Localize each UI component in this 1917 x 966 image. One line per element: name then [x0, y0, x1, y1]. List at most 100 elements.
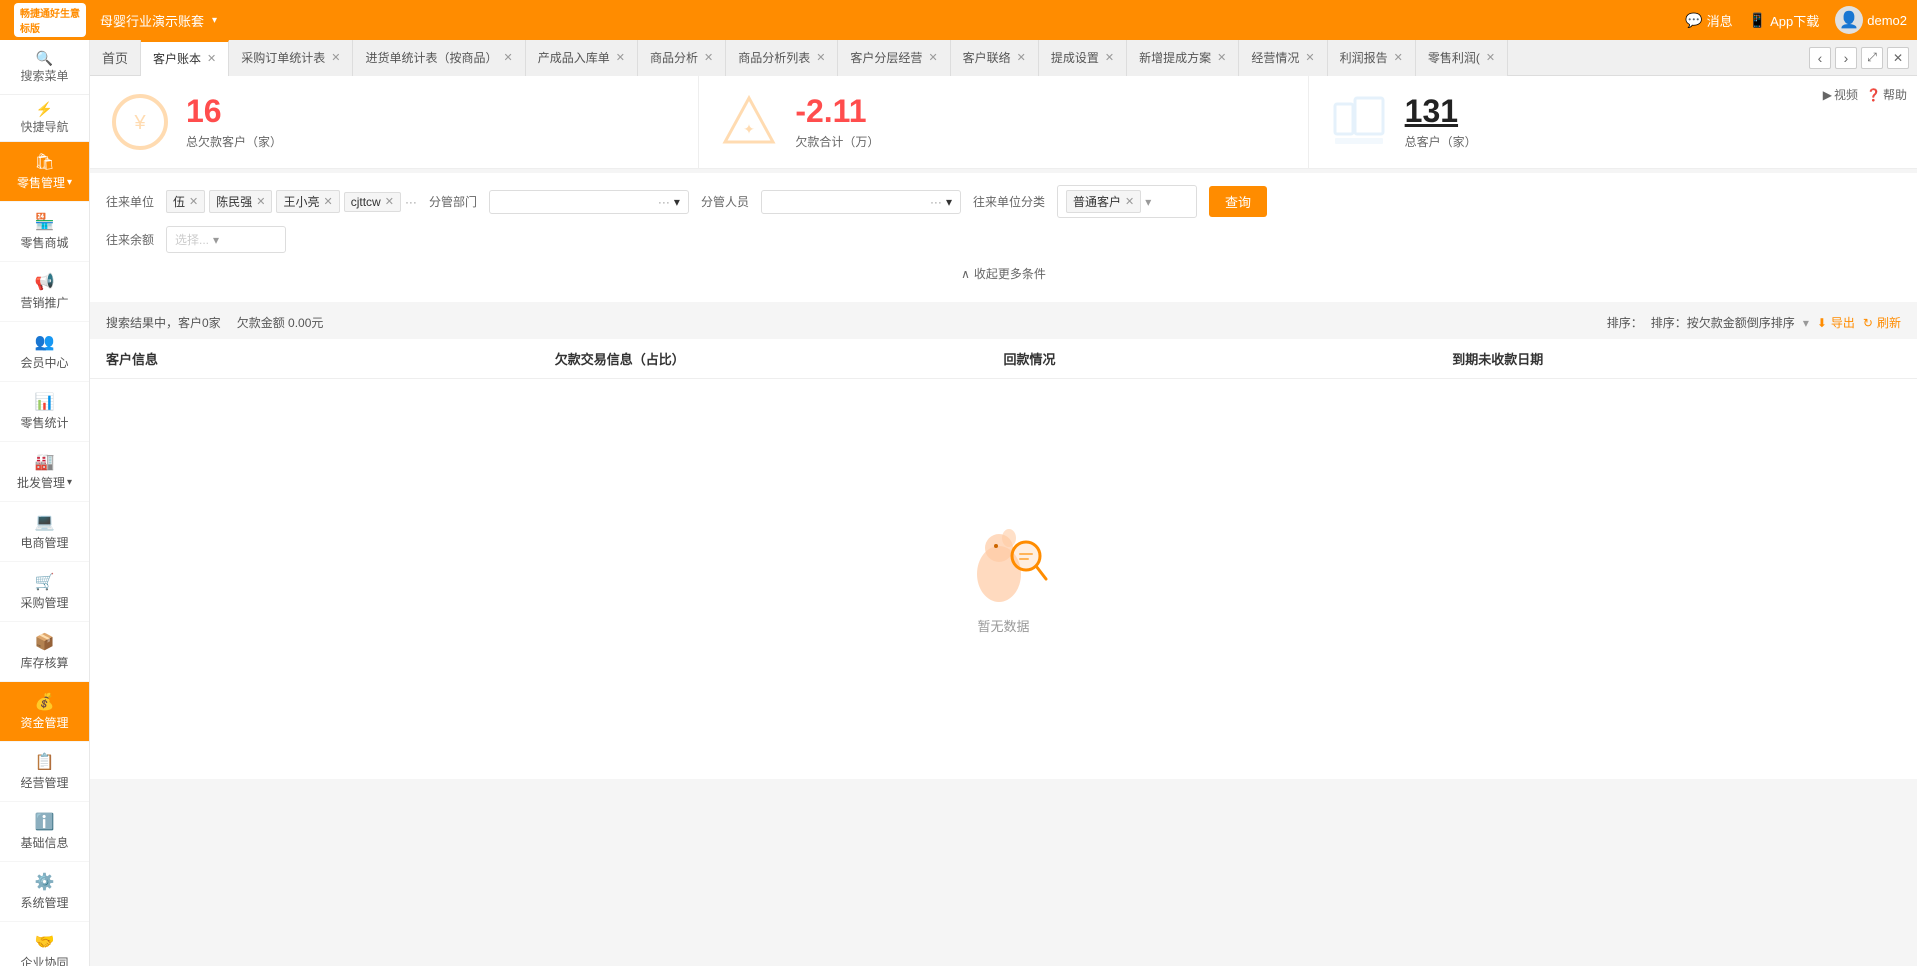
refresh-label: 刷新	[1877, 314, 1901, 331]
empty-state: 暂无数据	[954, 464, 1054, 695]
sidebar-item-finance-manage[interactable]: 💰 资金管理	[0, 682, 89, 742]
tab-new-achievement-close[interactable]: ✕	[1217, 51, 1226, 64]
sidebar-retail-manage-arrow: ▾	[67, 177, 72, 188]
help-btn[interactable]: ❓ 帮助	[1866, 86, 1907, 103]
refresh-button[interactable]: ↻ 刷新	[1863, 314, 1901, 331]
sidebar-item-member-center[interactable]: 👥 会员中心	[0, 322, 89, 382]
tab-home[interactable]: 首页	[90, 40, 141, 76]
sidebar-item-purchase-manage[interactable]: 🛒 采购管理	[0, 562, 89, 622]
filter-collapse-row: ∧ 收起更多条件	[106, 261, 1901, 286]
sidebar-item-enterprise-collab[interactable]: 🤝 企业协同	[0, 922, 89, 966]
tab-incoming-close[interactable]: ✕	[504, 51, 513, 64]
tab-scroll-right[interactable]: ›	[1835, 47, 1857, 69]
app-download-button[interactable]: 📱 App下载	[1749, 11, 1820, 30]
tab-customer-segment[interactable]: 客户分层经营 ✕	[838, 40, 950, 76]
tab-ops-situation-close[interactable]: ✕	[1305, 51, 1314, 64]
sidebar-item-wholesale-manage[interactable]: 🏭 批发管理 ▾	[0, 442, 89, 502]
stat-credit-amount-info: -2.11 欠款合计（万）	[795, 94, 879, 150]
stats-row: ¥ 16 总欠款客户（家） ✦	[90, 76, 1917, 169]
tab-incoming-stats[interactable]: 进货单统计表（按商品） ✕	[353, 40, 525, 76]
tab-purchase-close[interactable]: ✕	[331, 51, 340, 64]
dept-filter-label: 分管部门	[429, 193, 477, 210]
sidebar-item-ops-manage[interactable]: 📋 经营管理	[0, 742, 89, 802]
tab-retail-profit[interactable]: 零售利润( ✕	[1416, 40, 1508, 76]
tab-profit-report-close[interactable]: ✕	[1394, 51, 1403, 64]
balance-filter-label: 往来余额	[106, 231, 154, 248]
tab-mention-settings[interactable]: 提成设置 ✕	[1039, 40, 1127, 76]
tab-retail-profit-close[interactable]: ✕	[1486, 51, 1495, 64]
sidebar-quick-nav-label: 快捷导航	[0, 118, 89, 135]
sidebar-item-retail-stats[interactable]: 📊 零售统计	[0, 382, 89, 442]
table-header-repayment: 回款情况	[1004, 349, 1453, 368]
sidebar-item-retail-mall[interactable]: 🏪 零售商城	[0, 202, 89, 262]
credit-amount-text: 欠款金额 0.00元	[237, 314, 324, 331]
tab-product-analysis-list[interactable]: 商品分析列表 ✕	[726, 40, 838, 76]
balance-filter-select[interactable]: 选择... ▾	[166, 226, 286, 253]
sidebar-ecommerce-label: 电商管理	[8, 534, 81, 551]
chevron-down-icon: ▾	[212, 15, 217, 26]
tab-customer-contact[interactable]: 客户联络 ✕	[951, 40, 1039, 76]
sidebar-item-system-manage[interactable]: ⚙️ 系统管理	[0, 862, 89, 922]
tab-product-entry[interactable]: 产成品入库单 ✕	[526, 40, 638, 76]
stat-credit-customers-value: 16	[186, 94, 282, 129]
tab-product-analysis-close[interactable]: ✕	[704, 51, 713, 64]
balance-filter-value: 选择...	[175, 231, 209, 248]
unit-tag-cjttcw-remove[interactable]: ✕	[385, 195, 394, 208]
query-button[interactable]: 查询	[1209, 186, 1267, 217]
video-help-btn[interactable]: ▶ 视频	[1823, 86, 1858, 103]
tab-retail-profit-label: 零售利润(	[1428, 49, 1480, 66]
unit-category-tags: 普通客户 ✕	[1066, 190, 1141, 213]
sidebar-item-retail-manage[interactable]: 🛍 零售管理 ▾	[0, 142, 89, 202]
unit-category-normal-remove[interactable]: ✕	[1125, 195, 1134, 208]
unit-tag-wu-remove[interactable]: ✕	[189, 195, 198, 208]
tab-minimize[interactable]: ✕	[1887, 47, 1909, 69]
tab-purchase-order-stats[interactable]: 采购订单统计表 ✕	[229, 40, 353, 76]
tab-ops-situation-label: 经营情况	[1251, 49, 1299, 66]
stat-total-credit-customers: ¥ 16 总欠款客户（家）	[90, 76, 699, 168]
tab-customer-account-close[interactable]: ✕	[207, 52, 216, 65]
unit-tag-chen-remove[interactable]: ✕	[256, 195, 265, 208]
tab-scroll-left[interactable]: ‹	[1809, 47, 1831, 69]
dept-filter-select[interactable]: ··· ▾	[489, 190, 689, 214]
export-button[interactable]: ⬇ 导出	[1817, 314, 1855, 331]
stat-credit-amount-label: 欠款合计（万）	[795, 133, 879, 150]
unit-category-select[interactable]: 普通客户 ✕ ▾	[1057, 185, 1197, 218]
unit-tag-cjttcw: cjttcw ✕	[344, 192, 401, 212]
unit-filter-more[interactable]: ···	[405, 195, 417, 209]
sidebar-search[interactable]: 🔍 搜索菜单	[0, 40, 89, 95]
stat-total-customers: 131 总客户（家） ▶ 视频 ❓ 帮助	[1309, 76, 1917, 168]
export-icon: ⬇	[1817, 316, 1827, 330]
empty-text: 暂无数据	[977, 616, 1029, 635]
tab-product-entry-close[interactable]: ✕	[616, 51, 625, 64]
app-download-label: App下载	[1770, 11, 1819, 30]
tab-profit-report[interactable]: 利润报告 ✕	[1328, 40, 1416, 76]
tab-product-analysis-list-close[interactable]: ✕	[816, 51, 825, 64]
account-selector[interactable]: 母婴行业演示账套 ▾	[100, 11, 221, 30]
message-button[interactable]: 💬 消息	[1685, 11, 1732, 30]
sidebar-item-marketing-promo[interactable]: 📢 营销推广	[0, 262, 89, 322]
person-filter-select[interactable]: ··· ▾	[761, 190, 961, 214]
stat-total-customers-info: 131 总客户（家）	[1405, 94, 1477, 150]
tab-mention-settings-close[interactable]: ✕	[1105, 51, 1114, 64]
tab-ops-situation[interactable]: 经营情况 ✕	[1239, 40, 1327, 76]
unit-filter-tags: 伍 ✕ 陈民强 ✕ 王小亮 ✕	[166, 190, 417, 213]
tab-customer-contact-close[interactable]: ✕	[1017, 51, 1026, 64]
unit-category-normal-label: 普通客户	[1073, 193, 1121, 210]
tab-new-achievement[interactable]: 新增提成方案 ✕	[1127, 40, 1239, 76]
table-header-due-date: 到期未收款日期	[1452, 349, 1901, 368]
top-bar-right: 💬 消息 📱 App下载 👤 demo2	[1685, 6, 1907, 34]
user-menu[interactable]: 👤 demo2	[1835, 6, 1907, 34]
tab-bar: 首页 客户账本 ✕ 采购订单统计表 ✕ 进货单统计表（按商品） ✕ 产成品入库单…	[90, 40, 1917, 76]
tab-customer-account[interactable]: 客户账本 ✕	[141, 40, 229, 76]
sidebar-item-ecommerce-manage[interactable]: 💻 电商管理	[0, 502, 89, 562]
sidebar-item-basic-info[interactable]: ℹ️ 基础信息	[0, 802, 89, 862]
collapse-button[interactable]: ∧ 收起更多条件	[953, 261, 1054, 286]
tab-product-analysis-label: 商品分析	[650, 49, 698, 66]
sort-select[interactable]: 排序：按欠款金额倒序排序 ▾	[1651, 314, 1809, 331]
sidebar-item-inventory[interactable]: 📦 库存核算	[0, 622, 89, 682]
sidebar-quick-nav[interactable]: ⚡ 快捷导航	[0, 95, 89, 142]
tab-customer-segment-close[interactable]: ✕	[928, 51, 937, 64]
tab-maximize[interactable]: ⤢	[1861, 47, 1883, 69]
unit-tag-wang-remove[interactable]: ✕	[324, 195, 333, 208]
tab-product-analysis[interactable]: 商品分析 ✕	[638, 40, 726, 76]
